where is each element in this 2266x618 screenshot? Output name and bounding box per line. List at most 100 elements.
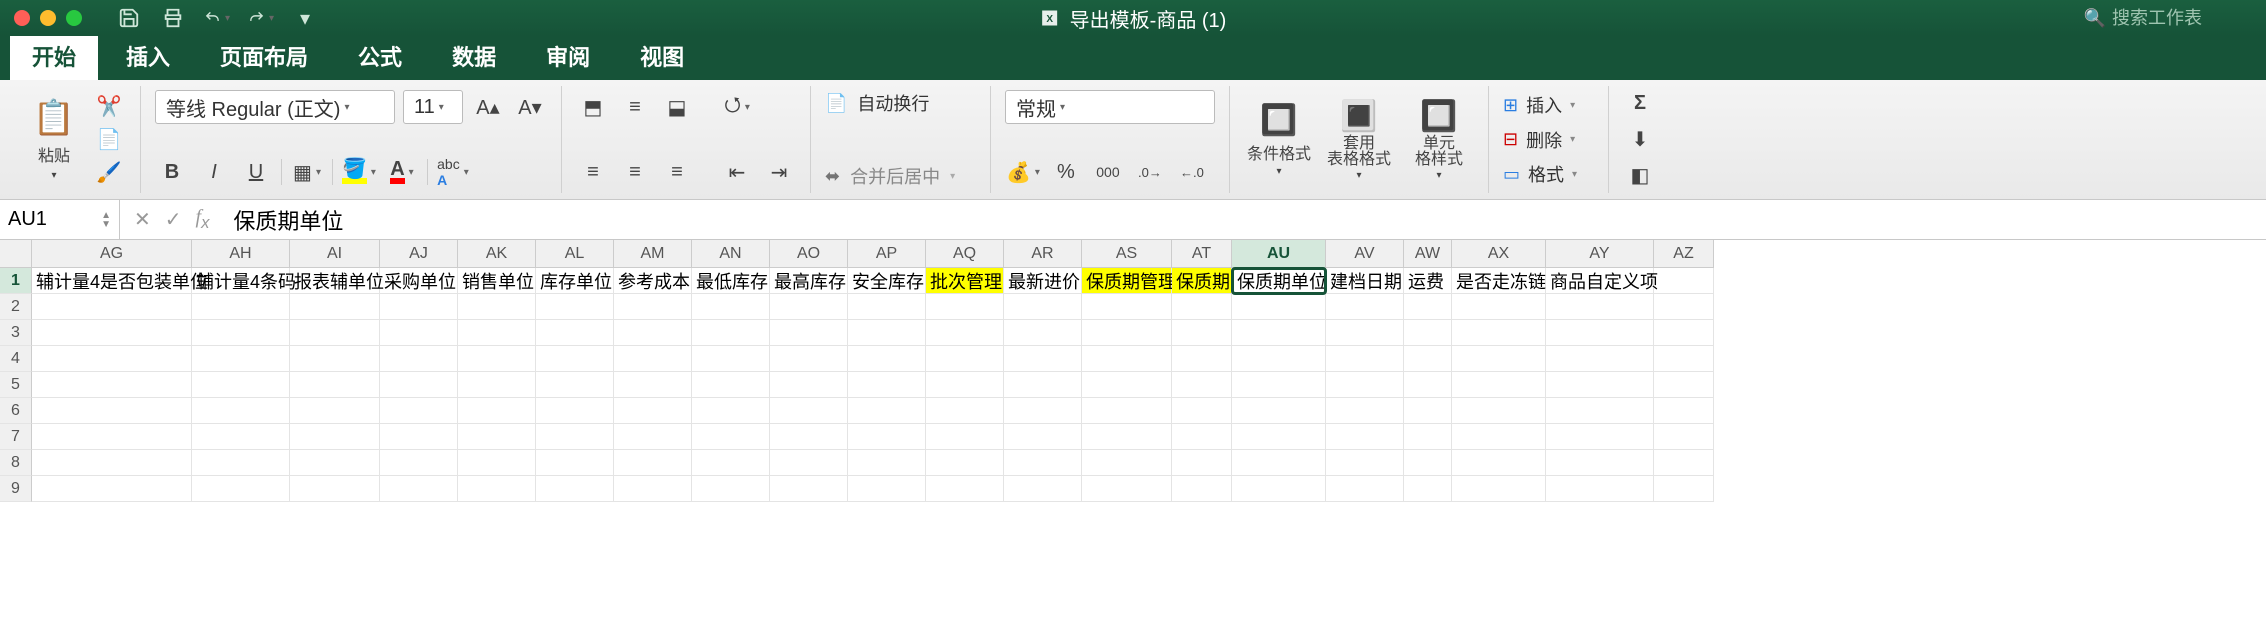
- cell-AW2[interactable]: [1404, 294, 1452, 320]
- cell-AZ9[interactable]: [1654, 476, 1714, 502]
- cell-AV1[interactable]: 建档日期: [1326, 268, 1404, 294]
- cell-AP4[interactable]: [848, 346, 926, 372]
- col-header-AZ[interactable]: AZ: [1654, 240, 1714, 268]
- cell-AU8[interactable]: [1232, 450, 1326, 476]
- cell-AV8[interactable]: [1326, 450, 1404, 476]
- currency-button[interactable]: 💰: [1005, 155, 1041, 189]
- cell-AL7[interactable]: [536, 424, 614, 450]
- percent-button[interactable]: %: [1049, 155, 1083, 189]
- cell-AG1[interactable]: 辅计量4是否包装单位: [32, 268, 192, 294]
- row-header-5[interactable]: 5: [0, 372, 32, 398]
- cell-AY9[interactable]: [1546, 476, 1654, 502]
- cell-AT4[interactable]: [1172, 346, 1232, 372]
- cell-AN6[interactable]: [692, 398, 770, 424]
- row-header-2[interactable]: 2: [0, 294, 32, 320]
- cell-AV3[interactable]: [1326, 320, 1404, 346]
- cell-AW3[interactable]: [1404, 320, 1452, 346]
- cell-AW7[interactable]: [1404, 424, 1452, 450]
- cell-AZ7[interactable]: [1654, 424, 1714, 450]
- close-window-button[interactable]: [14, 10, 30, 26]
- cell-AH4[interactable]: [192, 346, 290, 372]
- cell-AQ8[interactable]: [926, 450, 1004, 476]
- col-header-AU[interactable]: AU: [1232, 240, 1326, 268]
- name-box[interactable]: AU1 ▲▼: [0, 200, 120, 239]
- undo-button[interactable]: [204, 5, 230, 31]
- cell-AL2[interactable]: [536, 294, 614, 320]
- redo-button[interactable]: [248, 5, 274, 31]
- phonetic-button[interactable]: abcA: [436, 155, 470, 189]
- cell-AY4[interactable]: [1546, 346, 1654, 372]
- cell-AV5[interactable]: [1326, 372, 1404, 398]
- border-button[interactable]: ▦: [290, 155, 324, 189]
- tab-home[interactable]: 开始: [10, 30, 98, 80]
- cell-AU9[interactable]: [1232, 476, 1326, 502]
- col-header-AM[interactable]: AM: [614, 240, 692, 268]
- font-size-select[interactable]: 11: [403, 90, 463, 124]
- cell-AR6[interactable]: [1004, 398, 1082, 424]
- cell-AI5[interactable]: [290, 372, 380, 398]
- cell-AU1[interactable]: 保质期单位: [1232, 268, 1326, 294]
- cell-AU3[interactable]: [1232, 320, 1326, 346]
- cell-AY5[interactable]: [1546, 372, 1654, 398]
- enter-formula-button[interactable]: ✓: [165, 207, 182, 232]
- cell-AG5[interactable]: [32, 372, 192, 398]
- cell-AY1[interactable]: 商品自定义项: [1546, 268, 1654, 294]
- cell-AJ6[interactable]: [380, 398, 458, 424]
- cell-AS8[interactable]: [1082, 450, 1172, 476]
- cell-AN1[interactable]: 最低库存: [692, 268, 770, 294]
- cell-AK9[interactable]: [458, 476, 536, 502]
- cell-AL8[interactable]: [536, 450, 614, 476]
- row-header-1[interactable]: 1: [0, 268, 32, 294]
- cell-AT6[interactable]: [1172, 398, 1232, 424]
- cell-AW1[interactable]: 运费: [1404, 268, 1452, 294]
- cell-AH2[interactable]: [192, 294, 290, 320]
- cell-AQ6[interactable]: [926, 398, 1004, 424]
- cell-AW8[interactable]: [1404, 450, 1452, 476]
- cell-AR4[interactable]: [1004, 346, 1082, 372]
- font-name-select[interactable]: 等线 Regular (正文): [155, 90, 395, 124]
- cell-AS5[interactable]: [1082, 372, 1172, 398]
- cell-AT2[interactable]: [1172, 294, 1232, 320]
- cell-AH1[interactable]: 辅计量4条码: [192, 268, 290, 294]
- cell-AU5[interactable]: [1232, 372, 1326, 398]
- cell-AT5[interactable]: [1172, 372, 1232, 398]
- align-right-button[interactable]: ≡: [660, 155, 694, 189]
- cell-AX5[interactable]: [1452, 372, 1546, 398]
- cell-AY6[interactable]: [1546, 398, 1654, 424]
- cell-AV7[interactable]: [1326, 424, 1404, 450]
- select-all-corner[interactable]: [0, 240, 32, 268]
- col-header-AG[interactable]: AG: [32, 240, 192, 268]
- cell-AH8[interactable]: [192, 450, 290, 476]
- cell-AM1[interactable]: 参考成本: [614, 268, 692, 294]
- cell-AO2[interactable]: [770, 294, 848, 320]
- italic-button[interactable]: I: [197, 155, 231, 189]
- align-left-button[interactable]: ≡: [576, 155, 610, 189]
- cell-AM4[interactable]: [614, 346, 692, 372]
- cell-AQ4[interactable]: [926, 346, 1004, 372]
- row-header-6[interactable]: 6: [0, 398, 32, 424]
- cell-AN2[interactable]: [692, 294, 770, 320]
- cell-AV6[interactable]: [1326, 398, 1404, 424]
- cell-AH6[interactable]: [192, 398, 290, 424]
- cell-AL3[interactable]: [536, 320, 614, 346]
- cell-AG8[interactable]: [32, 450, 192, 476]
- number-format-select[interactable]: 常规: [1005, 90, 1215, 124]
- bold-button[interactable]: B: [155, 155, 189, 189]
- cell-AN8[interactable]: [692, 450, 770, 476]
- cell-AM2[interactable]: [614, 294, 692, 320]
- cell-AU6[interactable]: [1232, 398, 1326, 424]
- cell-AX8[interactable]: [1452, 450, 1546, 476]
- decrease-decimal-button[interactable]: ←.0: [1175, 155, 1209, 189]
- cell-AK3[interactable]: [458, 320, 536, 346]
- row-header-9[interactable]: 9: [0, 476, 32, 502]
- cell-AR8[interactable]: [1004, 450, 1082, 476]
- col-header-AJ[interactable]: AJ: [380, 240, 458, 268]
- cell-AR1[interactable]: 最新进价: [1004, 268, 1082, 294]
- cell-AY7[interactable]: [1546, 424, 1654, 450]
- col-header-AH[interactable]: AH: [192, 240, 290, 268]
- cell-AH3[interactable]: [192, 320, 290, 346]
- cell-AI4[interactable]: [290, 346, 380, 372]
- row-header-7[interactable]: 7: [0, 424, 32, 450]
- cell-AL4[interactable]: [536, 346, 614, 372]
- cell-AQ1[interactable]: 批次管理: [926, 268, 1004, 294]
